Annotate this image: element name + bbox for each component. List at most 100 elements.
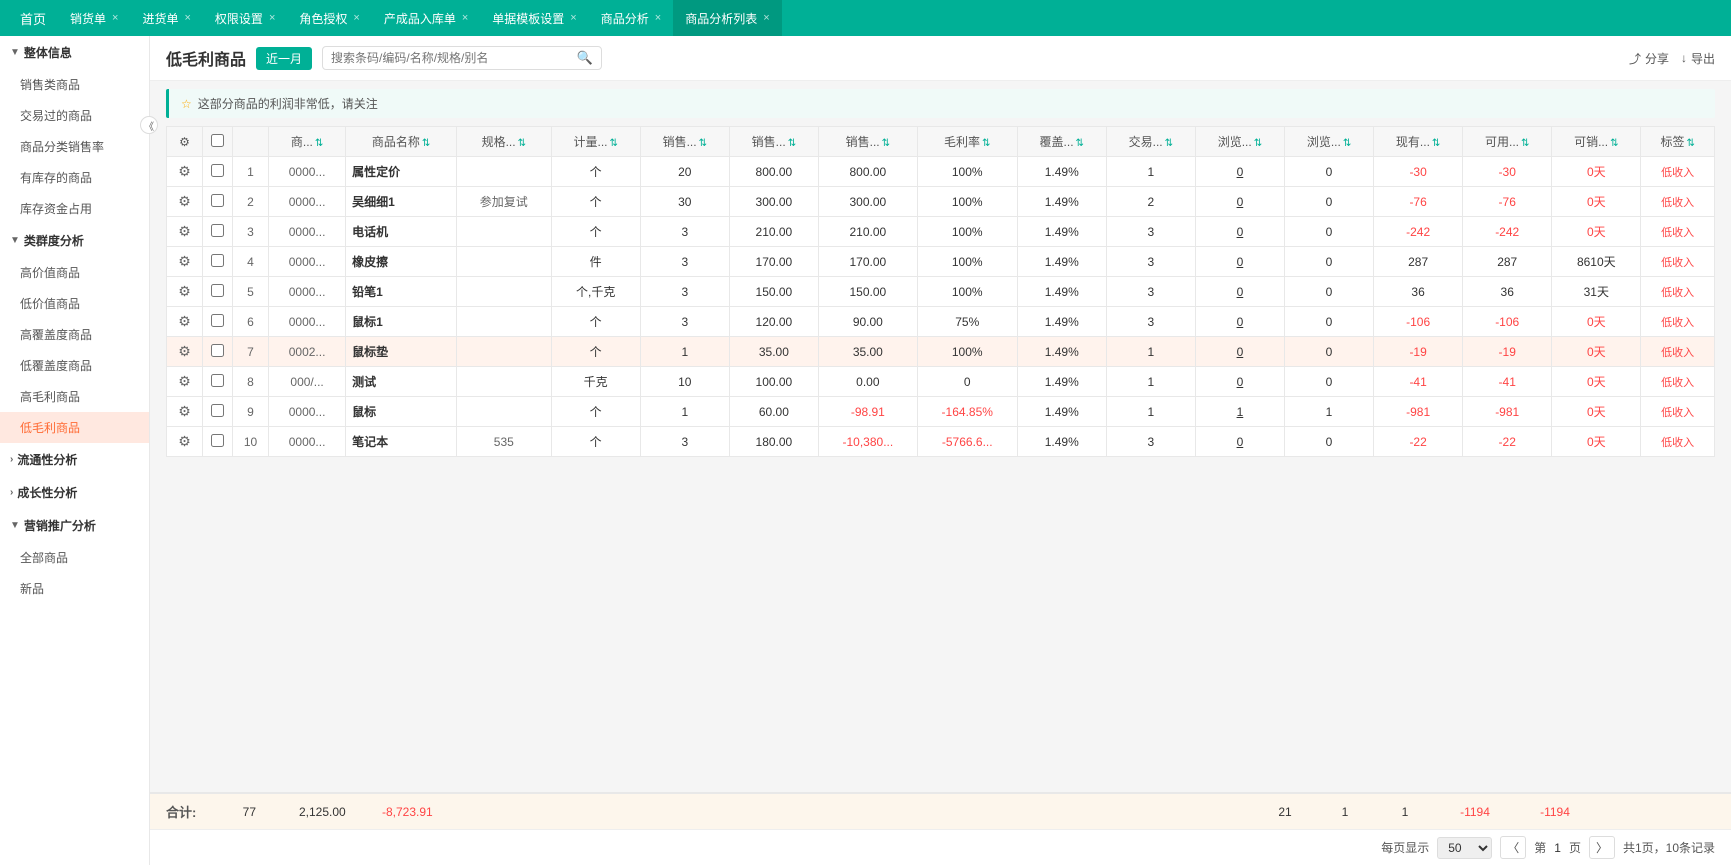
row-settings[interactable]: ⚙ — [167, 337, 203, 367]
col-name[interactable]: 商品名称⇅ — [346, 127, 457, 157]
sidebar-item-new-goods[interactable]: 新品 — [0, 573, 149, 604]
row-select-checkbox[interactable] — [211, 434, 224, 447]
table-row[interactable]: ⚙ 9 0000... 鼠标 个 1 60.00 -98.91 -164.85%… — [167, 397, 1715, 427]
row-name[interactable]: 测试 — [346, 367, 457, 397]
row-browse1[interactable]: 0 — [1195, 367, 1284, 397]
row-browse1[interactable]: 0 — [1195, 277, 1284, 307]
row-browse1[interactable]: 0 — [1195, 187, 1284, 217]
col-settings[interactable]: ⚙ — [167, 127, 203, 157]
sidebar-item-in-stock[interactable]: 有库存的商品 — [0, 162, 149, 193]
row-select-checkbox[interactable] — [211, 314, 224, 327]
row-browse1[interactable]: 0 — [1195, 337, 1284, 367]
per-page-select[interactable]: 50 20 100 — [1437, 837, 1492, 859]
table-row[interactable]: ⚙ 4 0000... 橡皮擦 件 3 170.00 170.00 100% 1… — [167, 247, 1715, 277]
nav-product-entry[interactable]: 产成品入库单× — [372, 0, 480, 36]
row-name[interactable]: 鼠标 — [346, 397, 457, 427]
nav-product-analysis[interactable]: 商品分析× — [589, 0, 673, 36]
col-trade-count[interactable]: 交易...⇅ — [1106, 127, 1195, 157]
col-tag[interactable]: 标签⇅ — [1641, 127, 1715, 157]
row-name[interactable]: 电话机 — [346, 217, 457, 247]
row-name[interactable]: 笔记本 — [346, 427, 457, 457]
row-checkbox[interactable] — [203, 217, 233, 247]
row-select-checkbox[interactable] — [211, 164, 224, 177]
nav-sales[interactable]: 销货单× — [58, 0, 130, 36]
export-button[interactable]: ↓ 导出 — [1681, 50, 1715, 67]
nav-home[interactable]: 首页 — [8, 0, 58, 36]
sidebar-item-high-margin[interactable]: 高毛利商品 — [0, 381, 149, 412]
row-browse1[interactable]: 0 — [1195, 247, 1284, 277]
row-settings[interactable]: ⚙ — [167, 277, 203, 307]
row-select-checkbox[interactable] — [211, 254, 224, 267]
sidebar-item-low-margin[interactable]: 低毛利商品 — [0, 412, 149, 443]
sidebar-item-stock-fund[interactable]: 库存资金占用 — [0, 193, 149, 224]
col-sales-count[interactable]: 销售...⇅ — [640, 127, 729, 157]
nav-role[interactable]: 角色授权× — [287, 0, 371, 36]
sidebar-group-growth[interactable]: › 成长性分析 — [0, 476, 149, 509]
row-browse1[interactable]: 0 — [1195, 427, 1284, 457]
next-page-button[interactable]: 〉 — [1589, 836, 1615, 859]
row-browse1[interactable]: 0 — [1195, 217, 1284, 247]
row-name[interactable]: 铅笔1 — [346, 277, 457, 307]
row-checkbox[interactable] — [203, 427, 233, 457]
filter-button[interactable]: 近一月 — [256, 47, 312, 70]
row-settings[interactable]: ⚙ — [167, 367, 203, 397]
row-checkbox[interactable] — [203, 337, 233, 367]
col-current-stock[interactable]: 现有...⇅ — [1374, 127, 1463, 157]
search-icon[interactable]: 🔍 — [577, 50, 593, 66]
row-select-checkbox[interactable] — [211, 344, 224, 357]
sidebar-item-all-goods[interactable]: 全部商品 — [0, 542, 149, 573]
nav-product-analysis-list[interactable]: 商品分析列表× — [673, 0, 781, 36]
row-select-checkbox[interactable] — [211, 404, 224, 417]
col-browse2[interactable]: 浏览...⇅ — [1284, 127, 1373, 157]
nav-purchase[interactable]: 进货单× — [130, 0, 202, 36]
row-select-checkbox[interactable] — [211, 374, 224, 387]
select-all-checkbox[interactable] — [211, 134, 224, 147]
search-box[interactable]: 🔍 — [322, 46, 602, 70]
col-gross-rate[interactable]: 毛利率⇅ — [917, 127, 1017, 157]
col-cover-rate[interactable]: 覆盖...⇅ — [1017, 127, 1106, 157]
table-row[interactable]: ⚙ 7 0002... 鼠标垫 个 1 35.00 35.00 100% 1.4… — [167, 337, 1715, 367]
row-browse1[interactable]: 0 — [1195, 157, 1284, 187]
col-checkbox[interactable] — [203, 127, 233, 157]
row-checkbox[interactable] — [203, 157, 233, 187]
table-row[interactable]: ⚙ 6 0000... 鼠标1 个 3 120.00 90.00 75% 1.4… — [167, 307, 1715, 337]
row-checkbox[interactable] — [203, 307, 233, 337]
row-name[interactable]: 属性定价 — [346, 157, 457, 187]
row-settings[interactable]: ⚙ — [167, 187, 203, 217]
row-name[interactable]: 鼠标垫 — [346, 337, 457, 367]
row-checkbox[interactable] — [203, 187, 233, 217]
col-sales-profit[interactable]: 销售...⇅ — [818, 127, 917, 157]
table-row[interactable]: ⚙ 8 000/... 测试 千克 10 100.00 0.00 0 1.49%… — [167, 367, 1715, 397]
sidebar-item-traded-goods[interactable]: 交易过的商品 — [0, 100, 149, 131]
row-settings[interactable]: ⚙ — [167, 307, 203, 337]
sidebar-group-cluster[interactable]: ▼ 类群度分析 — [0, 224, 149, 257]
search-input[interactable] — [331, 51, 577, 65]
col-available[interactable]: 可用...⇅ — [1463, 127, 1552, 157]
row-settings[interactable]: ⚙ — [167, 217, 203, 247]
sidebar-group-flow[interactable]: › 流通性分析 — [0, 443, 149, 476]
col-browse1[interactable]: 浏览...⇅ — [1195, 127, 1284, 157]
table-container[interactable]: ⚙ 商...⇅ 商品名称⇅ 规格...⇅ 计量...⇅ 销售...⇅ 销售...… — [150, 126, 1731, 792]
row-settings[interactable]: ⚙ — [167, 397, 203, 427]
row-settings[interactable]: ⚙ — [167, 427, 203, 457]
nav-permission[interactable]: 权限设置× — [203, 0, 287, 36]
table-row[interactable]: ⚙ 5 0000... 铅笔1 个,千克 3 150.00 150.00 100… — [167, 277, 1715, 307]
share-button[interactable]: ⤴ 分享 — [1629, 50, 1669, 67]
prev-page-button[interactable]: 〈 — [1500, 836, 1526, 859]
row-select-checkbox[interactable] — [211, 284, 224, 297]
sidebar-item-low-coverage[interactable]: 低覆盖度商品 — [0, 350, 149, 381]
sidebar-group-marketing[interactable]: ▼ 营销推广分析 — [0, 509, 149, 542]
row-browse1[interactable]: 0 — [1195, 307, 1284, 337]
row-checkbox[interactable] — [203, 397, 233, 427]
row-name[interactable]: 吴细细1 — [346, 187, 457, 217]
row-select-checkbox[interactable] — [211, 224, 224, 237]
sidebar-item-low-value[interactable]: 低价值商品 — [0, 288, 149, 319]
col-sales-price[interactable]: 销售...⇅ — [729, 127, 818, 157]
row-settings[interactable]: ⚙ — [167, 157, 203, 187]
sidebar-item-high-coverage[interactable]: 高覆盖度商品 — [0, 319, 149, 350]
table-row[interactable]: ⚙ 10 0000... 笔记本 535 个 3 180.00 -10,380.… — [167, 427, 1715, 457]
sidebar-group-overview[interactable]: ▼ 整体信息 — [0, 36, 149, 69]
table-row[interactable]: ⚙ 3 0000... 电话机 个 3 210.00 210.00 100% 1… — [167, 217, 1715, 247]
sidebar-collapse-button[interactable]: 《 — [140, 116, 158, 134]
col-saleable[interactable]: 可销...⇅ — [1552, 127, 1641, 157]
